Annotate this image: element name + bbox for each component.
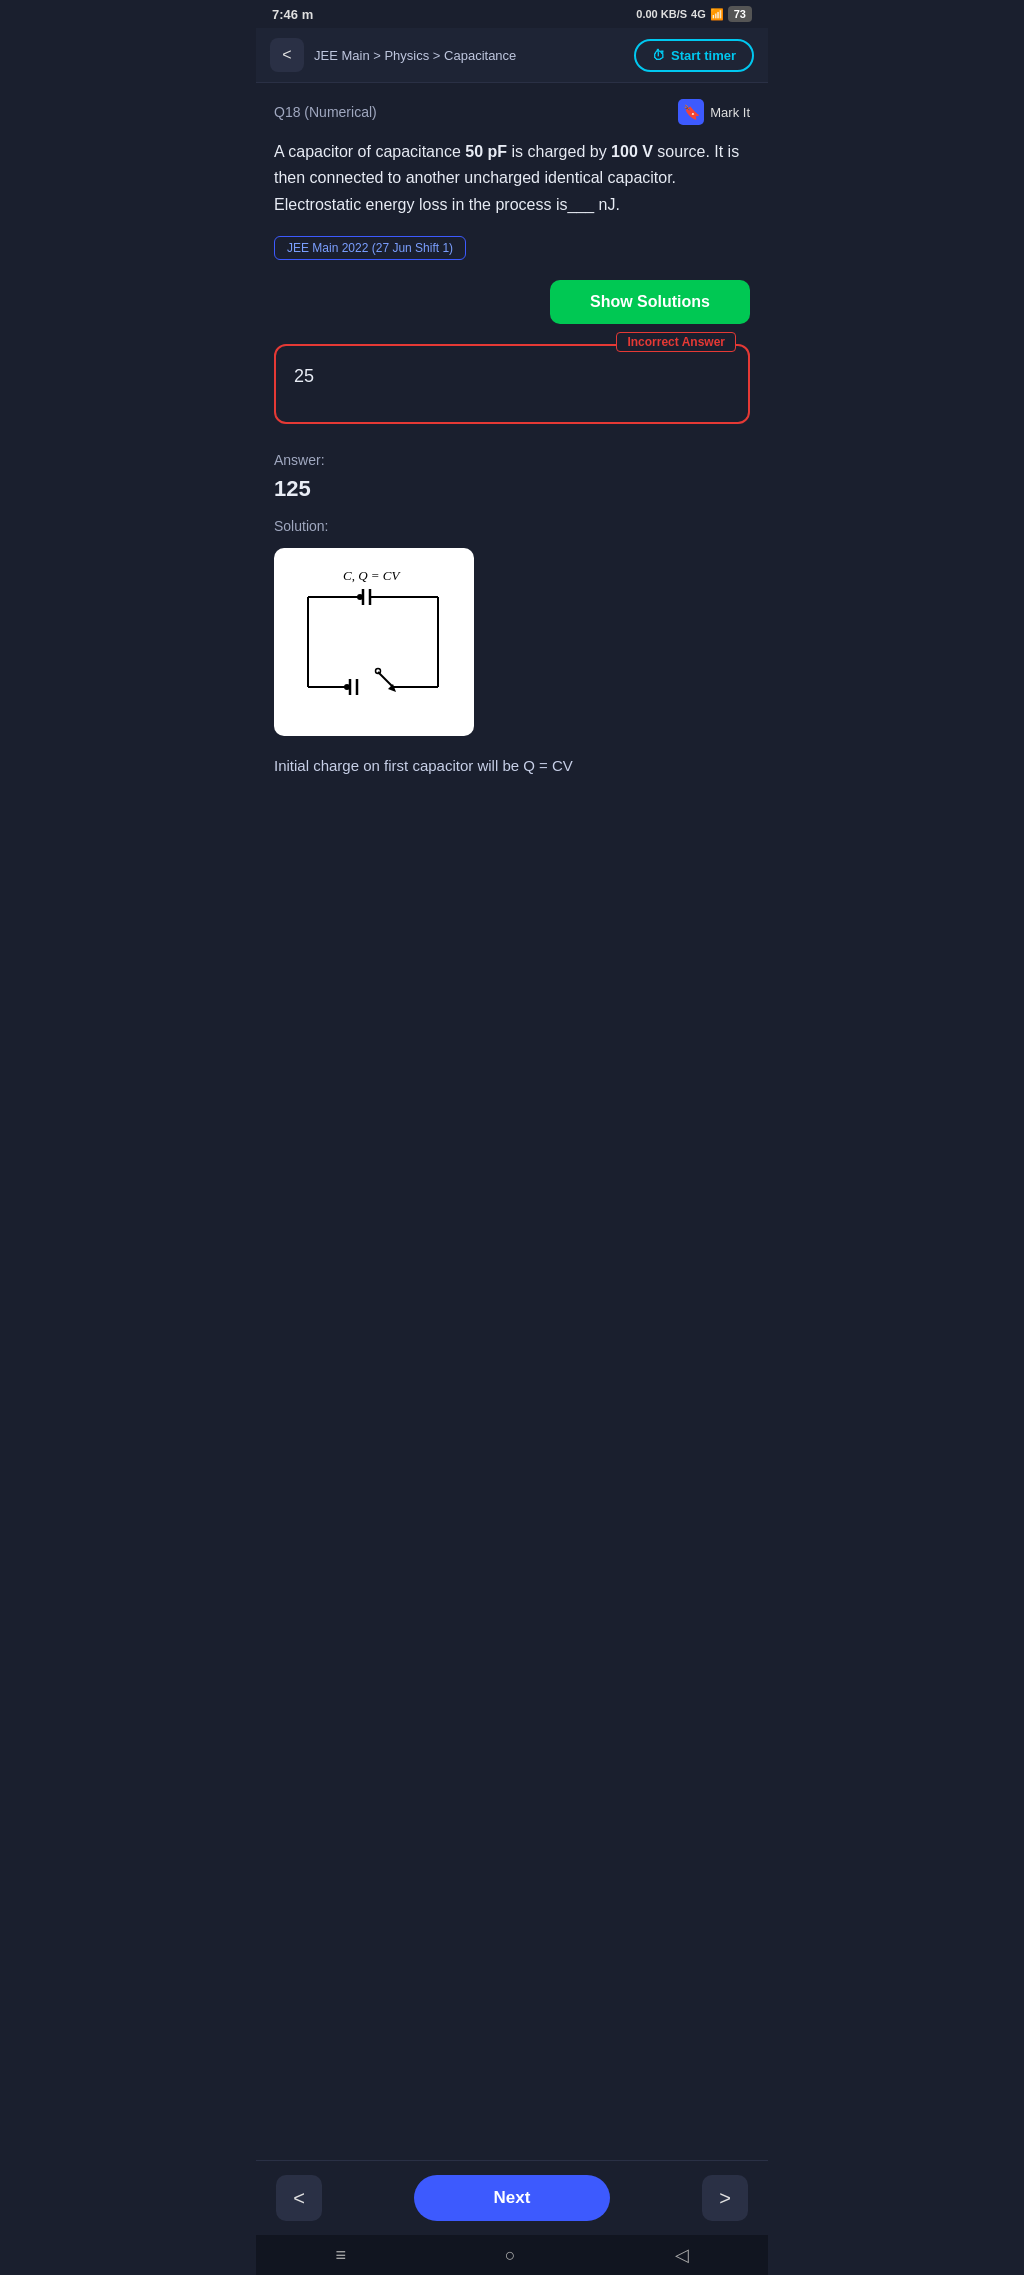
question-tag: JEE Main 2022 (27 Jun Shift 1) [274, 236, 466, 260]
timer-icon: ⏱ [652, 48, 665, 63]
signal-icon: 📶 [710, 8, 724, 21]
show-solutions-button[interactable]: Show Solutions [550, 280, 750, 324]
svg-line-8 [378, 672, 393, 687]
svg-point-4 [357, 594, 363, 600]
svg-point-9 [376, 669, 381, 674]
bookmark-icon: 🔖 [678, 99, 704, 125]
network-speed: 0.00 KB/S [636, 8, 687, 20]
svg-text:C, Q = CV: C, Q = CV [343, 568, 402, 583]
network-type: 4G [691, 8, 706, 20]
status-right: 0.00 KB/S 4G 📶 73 [636, 6, 752, 22]
back-button[interactable]: < [270, 38, 304, 72]
nav-left: < JEE Main > Physics > Capacitance [270, 38, 516, 72]
question-header: Q18 (Numerical) 🔖 Mark It [274, 99, 750, 125]
svg-point-15 [344, 684, 350, 690]
circuit-diagram: C, Q = CV [274, 548, 474, 736]
timer-label: Start timer [671, 48, 736, 63]
incorrect-badge: Incorrect Answer [616, 332, 736, 352]
status-bar: 7:46 m 0.00 KB/S 4G 📶 73 [256, 0, 768, 28]
battery-level: 73 [728, 6, 752, 22]
mark-it-label: Mark It [710, 105, 750, 120]
question-text: A capacitor of capacitance 50 pF is char… [274, 139, 750, 218]
start-timer-button[interactable]: ⏱ Start timer [634, 39, 754, 72]
user-answer: 25 [294, 366, 314, 386]
mark-it-button[interactable]: 🔖 Mark It [678, 99, 750, 125]
status-time: 7:46 m [272, 7, 313, 22]
solution-text: Initial charge on first capacitor will b… [274, 754, 750, 778]
answer-label: Answer: [274, 452, 750, 468]
nav-bar: < JEE Main > Physics > Capacitance ⏱ Sta… [256, 28, 768, 83]
question-label: Q18 (Numerical) [274, 104, 377, 120]
main-content: Q18 (Numerical) 🔖 Mark It A capacitor of… [256, 83, 768, 874]
breadcrumb: JEE Main > Physics > Capacitance [314, 48, 516, 63]
answer-box[interactable]: 25 [274, 344, 750, 424]
solution-label: Solution: [274, 518, 750, 534]
show-solutions-wrap: Show Solutions [274, 280, 750, 324]
correct-answer: 125 [274, 476, 750, 502]
answer-input-wrap: Incorrect Answer 25 [274, 344, 750, 424]
